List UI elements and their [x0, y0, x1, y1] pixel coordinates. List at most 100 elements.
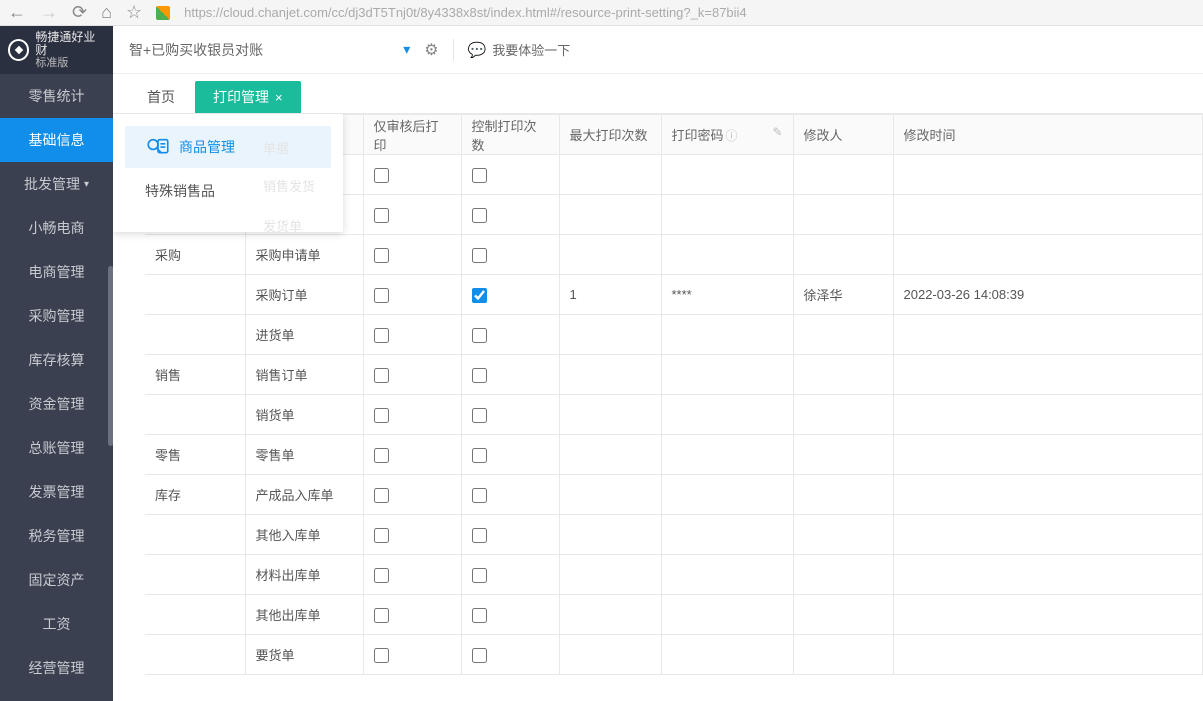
cell-pwd[interactable]: [661, 315, 793, 355]
checkbox[interactable]: [374, 208, 389, 223]
cell-ctrl: [461, 315, 559, 355]
security-shield-icon: [156, 6, 170, 20]
cell-ctrl: [461, 155, 559, 195]
sidebar-item[interactable]: 批发管理▾: [0, 162, 113, 206]
checkbox[interactable]: [472, 568, 487, 583]
cell-max[interactable]: [559, 635, 661, 675]
checkbox[interactable]: [374, 248, 389, 263]
sidebar-item[interactable]: 零售统计: [0, 74, 113, 118]
cell-max[interactable]: [559, 155, 661, 195]
gear-icon[interactable]: ⚙: [424, 40, 438, 60]
cell-pwd[interactable]: [661, 555, 793, 595]
nav-star-icon[interactable]: ☆: [126, 2, 142, 23]
nav-home-icon[interactable]: ⌂: [101, 2, 112, 23]
cell-pwd[interactable]: [661, 195, 793, 235]
checkbox[interactable]: [472, 168, 487, 183]
checkbox[interactable]: [472, 608, 487, 623]
cell-pwd[interactable]: [661, 635, 793, 675]
sidebar-item[interactable]: 经营管理: [0, 646, 113, 690]
sidebar-item-label: 零售统计: [29, 86, 85, 106]
sidebar-item[interactable]: 资金管理: [0, 382, 113, 426]
tabs-row: 首页打印管理×: [113, 74, 1203, 114]
checkbox[interactable]: [374, 288, 389, 303]
checkbox[interactable]: [472, 408, 487, 423]
table-row: 其他出库单: [145, 595, 1203, 635]
cell-max[interactable]: 1: [559, 275, 661, 315]
cell-max[interactable]: [559, 595, 661, 635]
cell-max[interactable]: [559, 195, 661, 235]
cell-user: [793, 555, 893, 595]
checkbox[interactable]: [472, 488, 487, 503]
cell-module: [145, 555, 245, 595]
checkbox[interactable]: [374, 568, 389, 583]
cell-ctrl: [461, 235, 559, 275]
cell-pwd[interactable]: [661, 435, 793, 475]
submenu-item[interactable]: 特殊销售品: [125, 170, 331, 212]
sidebar-item[interactable]: 发票管理: [0, 470, 113, 514]
cell-pwd[interactable]: [661, 475, 793, 515]
table-row: 销售销售订单: [145, 355, 1203, 395]
checkbox[interactable]: [374, 168, 389, 183]
nav-back-icon[interactable]: ←: [8, 2, 26, 23]
checkbox[interactable]: [472, 528, 487, 543]
checkbox[interactable]: [472, 448, 487, 463]
cell-pwd[interactable]: [661, 595, 793, 635]
table-row: 要货单: [145, 635, 1203, 675]
address-bar[interactable]: https://cloud.chanjet.com/cc/dj3dT5Tnj0t…: [184, 5, 1195, 20]
checkbox[interactable]: [374, 368, 389, 383]
sidebar-item-label: 电商管理: [29, 262, 85, 282]
checkbox[interactable]: [472, 648, 487, 663]
sidebar-item-label: 税务管理: [29, 526, 85, 546]
sidebar-item[interactable]: 固定资产: [0, 558, 113, 602]
sidebar-item[interactable]: 税务管理: [0, 514, 113, 558]
checkbox[interactable]: [374, 408, 389, 423]
submenu-item[interactable]: 商品管理: [125, 126, 331, 168]
cell-max[interactable]: [559, 395, 661, 435]
cell-pwd[interactable]: [661, 395, 793, 435]
checkbox[interactable]: [472, 328, 487, 343]
checkbox[interactable]: [472, 208, 487, 223]
sidebar-item[interactable]: 总账管理: [0, 426, 113, 470]
checkbox[interactable]: [374, 328, 389, 343]
cell-user: [793, 595, 893, 635]
tab[interactable]: 打印管理×: [195, 81, 301, 113]
cell-max[interactable]: [559, 555, 661, 595]
tab[interactable]: 首页: [129, 81, 193, 113]
close-icon[interactable]: ×: [275, 90, 283, 105]
cell-audit: [363, 475, 461, 515]
sidebar-item[interactable]: 基础信息: [0, 118, 113, 162]
sidebar-item[interactable]: 小畅电商: [0, 206, 113, 250]
cell-max[interactable]: [559, 435, 661, 475]
help-icon[interactable]: ⓘ: [726, 129, 738, 143]
sidebar-item[interactable]: 采购管理: [0, 294, 113, 338]
cell-max[interactable]: [559, 235, 661, 275]
account-selector[interactable]: 智+已购买收银员对账 ▾: [129, 40, 410, 60]
cell-max[interactable]: [559, 515, 661, 555]
table-row: 其他入库单: [145, 515, 1203, 555]
checkbox[interactable]: [374, 448, 389, 463]
checkbox[interactable]: [472, 248, 487, 263]
cell-pwd[interactable]: ****: [661, 275, 793, 315]
cell-pwd[interactable]: [661, 235, 793, 275]
checkbox[interactable]: [374, 608, 389, 623]
edit-icon[interactable]: ✎: [772, 125, 782, 139]
checkbox[interactable]: [374, 488, 389, 503]
checkbox[interactable]: [374, 528, 389, 543]
sidebar-item[interactable]: 电商管理: [0, 250, 113, 294]
cell-ctrl: [461, 595, 559, 635]
nav-reload-icon[interactable]: ⟳: [72, 2, 87, 23]
checkbox[interactable]: [374, 648, 389, 663]
checkbox[interactable]: [472, 368, 487, 383]
cell-pwd[interactable]: [661, 515, 793, 555]
sidebar-item[interactable]: 工资: [0, 602, 113, 646]
chevron-down-icon: ▾: [84, 179, 89, 190]
checkbox[interactable]: [472, 288, 487, 303]
trial-link[interactable]: 💬 我要体验一下: [468, 40, 571, 59]
cell-pwd[interactable]: [661, 355, 793, 395]
cell-max[interactable]: [559, 315, 661, 355]
sidebar-item[interactable]: 库存核算: [0, 338, 113, 382]
cell-pwd[interactable]: [661, 155, 793, 195]
cell-bill-type: 采购订单: [245, 275, 363, 315]
cell-max[interactable]: [559, 355, 661, 395]
cell-max[interactable]: [559, 475, 661, 515]
